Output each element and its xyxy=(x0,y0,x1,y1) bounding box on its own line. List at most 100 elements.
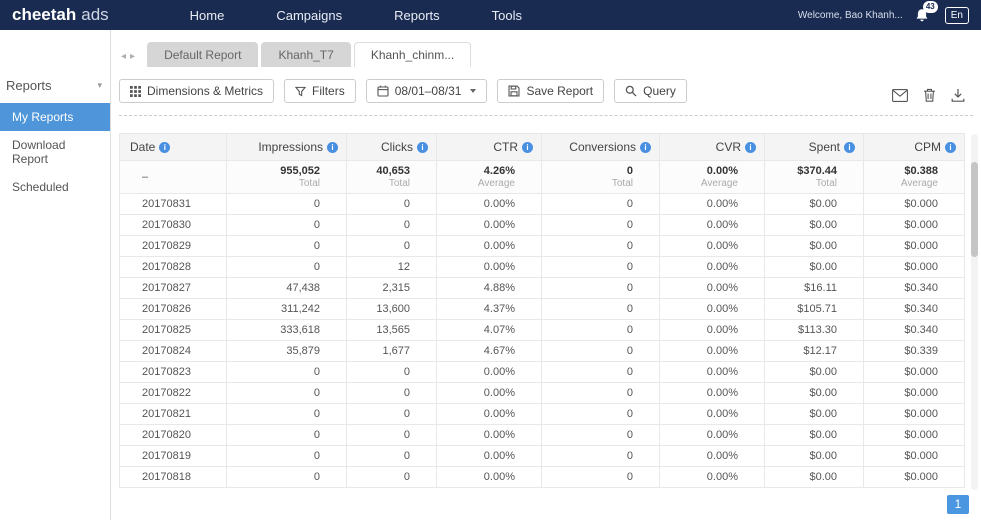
info-icon[interactable]: i xyxy=(844,142,855,153)
date-cell: 20170820 xyxy=(119,424,227,446)
table-cell: $0.00 xyxy=(764,445,864,467)
sidebar-section-label: Reports xyxy=(6,78,52,93)
info-icon[interactable]: i xyxy=(640,142,651,153)
table-cell: 0.00% xyxy=(659,382,765,404)
table-cell: 0 xyxy=(541,361,660,383)
table-cell: 4.07% xyxy=(436,319,542,341)
table-row: 20170825 333,618 13,565 4.07% 0 0.00% $113.30 $… xyxy=(119,319,965,341)
language-button[interactable]: En xyxy=(944,6,969,24)
save-report-button[interactable]: Save Report xyxy=(497,79,605,103)
table-cell: 0 xyxy=(541,403,660,425)
brand-logo[interactable]: cheetah ads xyxy=(12,5,109,25)
nav-tools[interactable]: Tools xyxy=(466,8,548,23)
nav-home[interactable]: Home xyxy=(164,8,251,23)
date-cell: 20170823 xyxy=(119,361,227,383)
dimensions-metrics-label: Dimensions & Metrics xyxy=(147,84,264,98)
dimensions-metrics-button[interactable]: Dimensions & Metrics xyxy=(119,79,275,103)
main-content: ◂▸ Default Report Khanh_T7 Khanh_chinm..… xyxy=(111,30,981,520)
tab-default-report[interactable]: Default Report xyxy=(147,42,259,67)
table-row: 20170830 0 0 0.00% 0 0.00% $0.00 $0.000 xyxy=(119,214,965,236)
notification-badge: 43 xyxy=(922,0,938,13)
table-row: 20170828 0 12 0.00% 0 0.00% $0.00 $0.000 xyxy=(119,256,965,278)
column-label: CTR xyxy=(493,140,518,154)
vertical-scrollbar[interactable] xyxy=(971,134,978,490)
info-icon[interactable]: i xyxy=(159,142,171,153)
tab-scroll-arrows[interactable]: ◂▸ xyxy=(121,51,139,62)
table-cell: 0.00% xyxy=(659,256,765,278)
sidebar: Reports ▾ My Reports Download Report Sch… xyxy=(0,30,111,520)
info-icon[interactable]: i xyxy=(417,142,428,153)
table-cell: $0.00 xyxy=(764,382,864,404)
table-cell: $0.00 xyxy=(764,403,864,425)
info-icon[interactable]: i xyxy=(745,142,756,153)
table-cell: 0.00% xyxy=(659,235,765,257)
table-cell: 0 xyxy=(541,298,660,320)
calendar-icon xyxy=(377,85,389,97)
table-cell: 0 xyxy=(346,382,437,404)
scrollbar-thumb[interactable] xyxy=(971,162,978,257)
column-label: Clicks xyxy=(381,140,413,154)
nav-reports[interactable]: Reports xyxy=(368,8,466,23)
table-cell: 0 xyxy=(226,382,347,404)
tab-scroll-left-icon[interactable]: ◂ xyxy=(121,51,130,62)
table-cell: $16.11 xyxy=(764,277,864,299)
sidebar-section-reports[interactable]: Reports ▾ xyxy=(0,72,110,103)
summary-cell: 0 Total xyxy=(541,160,660,194)
table-cell: 2,315 xyxy=(346,277,437,299)
summary-row: –955,052 Total 40,653 Total 4.26% Average 0 Tot… xyxy=(119,160,965,194)
table-cell: 0.00% xyxy=(436,361,542,383)
column-label: CVR xyxy=(715,140,741,154)
date-cell: 20170822 xyxy=(119,382,227,404)
tab-khanh-chinm[interactable]: Khanh_chinm... xyxy=(353,42,472,67)
tab-khanh-t7[interactable]: Khanh_T7 xyxy=(261,42,351,67)
download-icon[interactable] xyxy=(951,88,965,102)
table-cell: 0 xyxy=(226,466,347,488)
table-row: 20170820 0 0 0.00% 0 0.00% $0.00 $0.000 xyxy=(119,424,965,446)
email-icon[interactable] xyxy=(892,88,908,102)
summary-cell: $370.44 Total xyxy=(764,160,864,194)
caret-down-icon xyxy=(470,89,477,93)
table-cell: 0 xyxy=(541,466,660,488)
query-button[interactable]: Query xyxy=(614,79,687,103)
table-cell: 0 xyxy=(541,424,660,446)
tab-scroll-right-icon[interactable]: ▸ xyxy=(130,51,139,62)
pagination-page-1[interactable]: 1 xyxy=(947,495,969,514)
table-cell: $105.71 xyxy=(764,298,864,320)
report-tab-bar: ◂▸ Default Report Khanh_T7 Khanh_chinm..… xyxy=(119,42,981,67)
table-cell: 0.00% xyxy=(659,277,765,299)
column-header-cvr: CVR i xyxy=(659,133,765,161)
column-header-clicks: Clicks i xyxy=(346,133,437,161)
info-icon[interactable]: i xyxy=(522,142,533,153)
table-cell: 0 xyxy=(226,361,347,383)
info-icon[interactable]: i xyxy=(945,142,956,153)
table-row: 20170824 35,879 1,677 4.67% 0 0.00% $12.17 $0.3… xyxy=(119,340,965,362)
nav-campaigns[interactable]: Campaigns xyxy=(250,8,368,23)
sidebar-item-my-reports[interactable]: My Reports xyxy=(0,103,110,131)
date-range-button[interactable]: 08/01–08/31 xyxy=(365,79,488,103)
user-menu[interactable]: Welcome, Bao Khanh... xyxy=(798,10,903,21)
table-row: 20170822 0 0 0.00% 0 0.00% $0.00 $0.000 xyxy=(119,382,965,404)
column-label: Spent xyxy=(808,140,840,154)
date-cell: 20170824 xyxy=(119,340,227,362)
table-cell: 311,242 xyxy=(226,298,347,320)
table-cell: 4.37% xyxy=(436,298,542,320)
navbar-right: Welcome, Bao Khanh... 43 En xyxy=(798,0,969,24)
table-cell: 0 xyxy=(541,235,660,257)
report-table: Date i Impressions i Clicks i CTR i Conversions i… xyxy=(119,133,965,488)
summary-cell: 4.26% Average xyxy=(436,160,542,194)
summary-date-cell: – xyxy=(119,160,227,194)
date-cell: 20170830 xyxy=(119,214,227,236)
table-cell: $0.340 xyxy=(863,298,965,320)
report-action-icons xyxy=(892,88,965,102)
sidebar-item-scheduled[interactable]: Scheduled xyxy=(0,173,110,201)
table-cell: 0.00% xyxy=(436,424,542,446)
table-cell: 0 xyxy=(226,445,347,467)
sidebar-item-download-report[interactable]: Download Report xyxy=(0,131,110,173)
table-cell: 0 xyxy=(541,256,660,278)
column-label: CPM xyxy=(914,140,941,154)
filters-button[interactable]: Filters xyxy=(284,79,356,103)
info-icon[interactable]: i xyxy=(327,142,338,153)
notifications-bell-icon[interactable]: 43 xyxy=(915,0,938,23)
table-cell: 0 xyxy=(541,319,660,341)
trash-icon[interactable] xyxy=(923,88,936,102)
